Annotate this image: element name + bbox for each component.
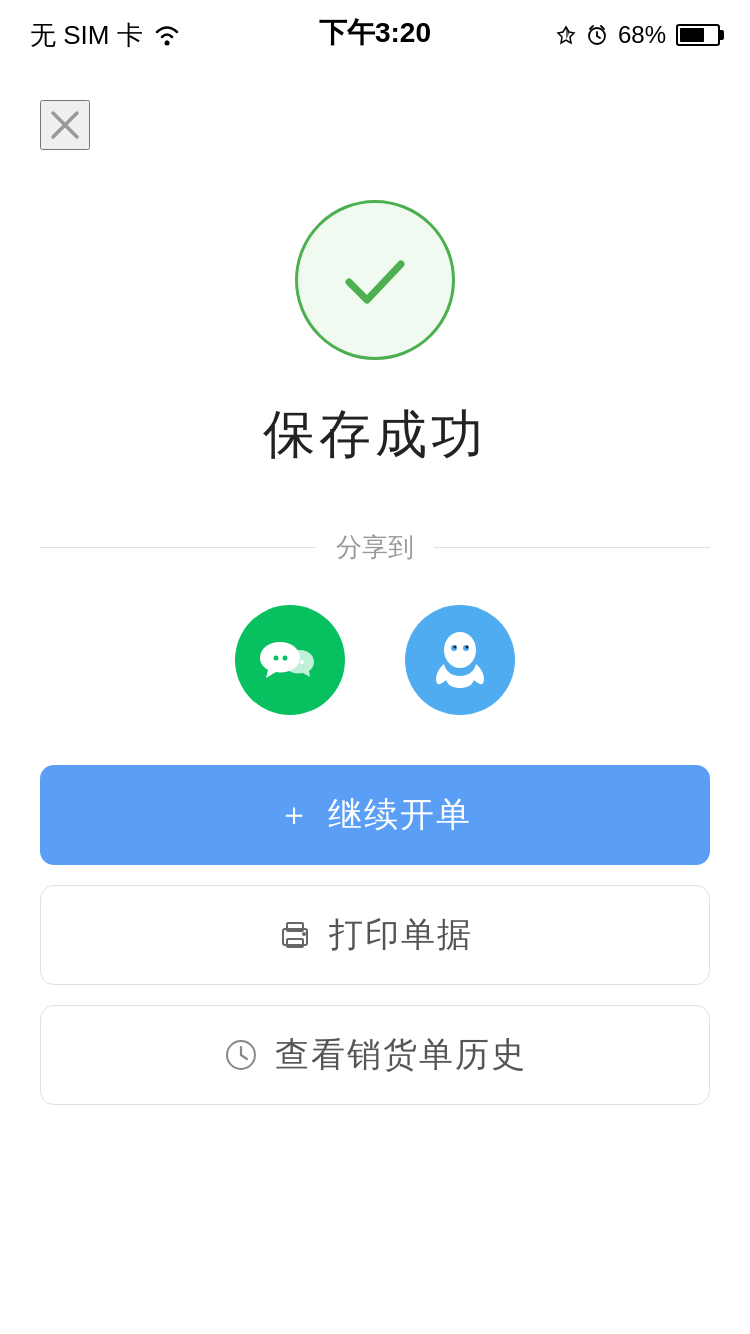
svg-point-11 (294, 660, 298, 664)
status-time: 下午3:20 (319, 14, 431, 52)
history-label: 查看销货单历史 (275, 1032, 527, 1078)
divider-right (434, 547, 710, 548)
svg-point-13 (444, 632, 476, 668)
action-buttons: ＋ 继续开单 打印单据 查看销货单历史 (40, 765, 710, 1105)
svg-line-3 (597, 36, 600, 38)
status-carrier: 无 SIM 卡 (30, 18, 181, 53)
battery-percent: 68% (618, 21, 666, 49)
continue-label: 继续开单 (328, 792, 472, 838)
svg-point-21 (302, 932, 306, 936)
share-divider: 分享到 (40, 530, 710, 565)
status-right-group: 68% (556, 21, 720, 49)
wechat-icon (258, 628, 322, 692)
status-bar: 无 SIM 卡 下午3:20 68% (0, 0, 750, 70)
print-icon (277, 917, 313, 953)
plus-icon: ＋ (278, 793, 312, 837)
svg-point-9 (274, 656, 279, 661)
print-button[interactable]: 打印单据 (40, 885, 710, 985)
share-label: 分享到 (336, 530, 414, 565)
continue-button[interactable]: ＋ 继续开单 (40, 765, 710, 865)
history-button[interactable]: 查看销货单历史 (40, 1005, 710, 1105)
close-button[interactable] (40, 100, 90, 150)
print-label: 打印单据 (329, 912, 473, 958)
qq-icon (428, 628, 492, 692)
history-icon (223, 1037, 259, 1073)
svg-point-10 (283, 656, 288, 661)
svg-point-0 (164, 41, 169, 46)
page-content: 保存成功 分享到 (0, 70, 750, 1105)
divider-left (40, 547, 316, 548)
svg-line-24 (241, 1055, 247, 1059)
wechat-share-button[interactable] (235, 605, 345, 715)
qq-share-button[interactable] (405, 605, 515, 715)
share-icons-row (40, 605, 710, 715)
success-title: 保存成功 (263, 400, 487, 470)
checkmark-icon (335, 240, 415, 320)
battery-icon (676, 24, 720, 46)
wifi-icon (153, 24, 181, 46)
alarm-icon (586, 24, 608, 46)
svg-point-17 (466, 646, 469, 649)
success-icon-circle (295, 200, 455, 360)
svg-point-12 (300, 660, 304, 664)
carrier-text: 无 SIM 卡 (30, 18, 143, 53)
location-icon (556, 25, 576, 45)
share-section: 分享到 (40, 530, 710, 715)
svg-point-16 (454, 646, 457, 649)
close-icon (47, 107, 83, 143)
